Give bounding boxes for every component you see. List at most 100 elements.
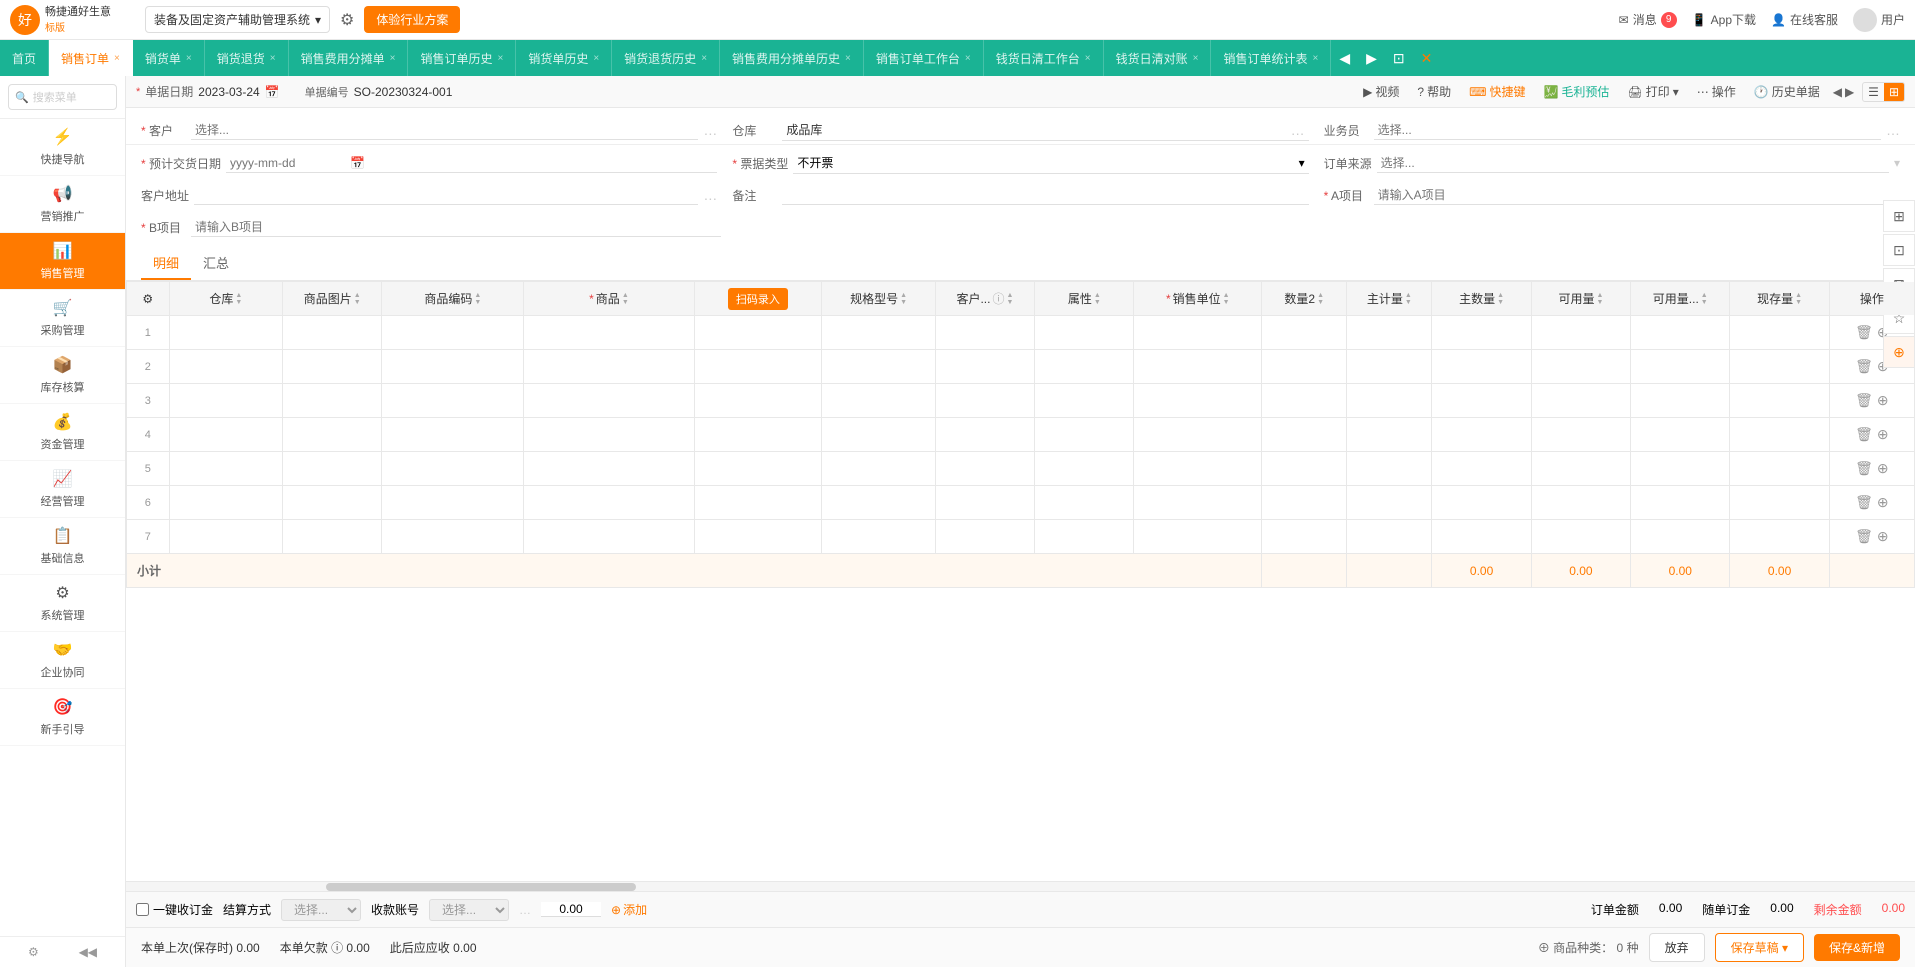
- tab-next-button[interactable]: ▶: [1358, 40, 1385, 76]
- row-delete-btn[interactable]: 🗑: [1855, 324, 1873, 341]
- tab-sales-stats[interactable]: 销售订单统计表 ×: [1211, 40, 1331, 76]
- tab-order-workbench[interactable]: 销售订单工作台 ×: [864, 40, 984, 76]
- col-warehouse[interactable]: 仓库▲▼: [169, 282, 283, 316]
- shortcut-btn[interactable]: ⌨ 快捷键: [1464, 81, 1530, 102]
- row-copy-btn[interactable]: ⊕: [1877, 426, 1889, 443]
- col-customer-no[interactable]: 客户...ⓘ▲▼: [935, 282, 1034, 316]
- col-attr[interactable]: 属性▲▼: [1035, 282, 1134, 316]
- view-toggle[interactable]: ☰ ⊞: [1862, 82, 1905, 102]
- scrollbar-thumb[interactable]: [326, 883, 636, 891]
- settings-icon-btn[interactable]: ⚙: [340, 10, 354, 30]
- scan-entry-btn[interactable]: 扫码录入: [728, 288, 788, 310]
- payment-method-select[interactable]: 选择...: [281, 899, 361, 921]
- calendar-icon[interactable]: 📅: [350, 156, 365, 170]
- tab-close-icon[interactable]: ×: [390, 53, 396, 64]
- list-view-btn[interactable]: ☰: [1863, 83, 1884, 101]
- tab-sales-return[interactable]: 销货退货 ×: [205, 40, 289, 76]
- col-image[interactable]: 商品图片▲▼: [283, 282, 382, 316]
- col-stock[interactable]: 现存量▲▼: [1730, 282, 1829, 316]
- print-btn[interactable]: 🖨 打印 ▾: [1622, 81, 1683, 102]
- row-delete-btn[interactable]: 🗑: [1855, 460, 1873, 477]
- sidebar-item-marketing[interactable]: 📢 营销推广: [0, 176, 125, 233]
- sidebar-search-area[interactable]: 🔍 搜索菜单: [0, 76, 125, 119]
- message-button[interactable]: ✉ 消息 9: [1619, 11, 1677, 28]
- next-record-btn[interactable]: ▶: [1845, 85, 1854, 99]
- col-qty2[interactable]: 数量2▲▼: [1262, 282, 1347, 316]
- tab-close-icon[interactable]: ×: [701, 53, 707, 64]
- calendar-icon[interactable]: 📅: [265, 85, 280, 99]
- history-btn[interactable]: 🕐 历史单据: [1749, 81, 1825, 102]
- tab-close-icon[interactable]: ×: [965, 53, 971, 64]
- tab-detail[interactable]: 明细: [141, 247, 191, 280]
- search-menu-input[interactable]: 🔍 搜索菜单: [8, 84, 117, 110]
- order-source-input[interactable]: [1377, 154, 1889, 173]
- col-scan[interactable]: 扫码录入: [694, 282, 822, 316]
- tab-close-icon[interactable]: ×: [497, 53, 503, 64]
- col-available[interactable]: 可用量▲▼: [1531, 282, 1630, 316]
- tab-sales-fee[interactable]: 销售费用分摊单 ×: [289, 40, 409, 76]
- save-draft-button[interactable]: 保存草稿 ▾: [1715, 933, 1804, 962]
- add-payment-btn[interactable]: ⊕ 添加: [611, 901, 647, 918]
- tab-summary[interactable]: 汇总: [191, 247, 241, 280]
- discard-button[interactable]: 放弃: [1649, 933, 1705, 962]
- app-download-button[interactable]: 📱 App下载: [1692, 11, 1756, 28]
- address-expand-icon[interactable]: …: [703, 187, 717, 203]
- col-settings[interactable]: ⚙: [127, 282, 170, 316]
- grid-view-btn[interactable]: ⊞: [1884, 83, 1904, 101]
- row-copy-btn[interactable]: ⊕: [1877, 528, 1889, 545]
- sidebar-item-sales[interactable]: 📊 销售管理: [0, 233, 125, 290]
- tab-cashflow-workbench[interactable]: 钱货日清工作台 ×: [984, 40, 1104, 76]
- col-unit[interactable]: *销售单位▲▼: [1134, 282, 1262, 316]
- tab-close-all-button[interactable]: ✕: [1413, 40, 1441, 76]
- delivery-date-input[interactable]: 📅: [226, 154, 717, 173]
- address-input[interactable]: [194, 186, 698, 205]
- tab-close-icon[interactable]: ×: [186, 53, 192, 64]
- delivery-date-text[interactable]: [230, 156, 350, 170]
- one-click-deposit[interactable]: 一键收订金: [136, 901, 213, 918]
- sidebar-settings-icon[interactable]: ⚙: [28, 945, 39, 959]
- tab-menu-button[interactable]: ⊡: [1385, 40, 1413, 76]
- sidebar-item-operations[interactable]: 📈 经营管理: [0, 461, 125, 518]
- sidebar-item-guide[interactable]: 🎯 新手引导: [0, 689, 125, 746]
- sidebar-item-inventory[interactable]: 📦 库存核算: [0, 347, 125, 404]
- table-scrollbar[interactable]: [126, 881, 1915, 891]
- tab-sales-goods[interactable]: 销货单 ×: [133, 40, 205, 76]
- online-service-button[interactable]: 👤 在线客服: [1771, 11, 1838, 28]
- tab-prev-button[interactable]: ◀: [1331, 40, 1358, 76]
- tab-close-icon[interactable]: ×: [845, 53, 851, 64]
- staff-expand-icon[interactable]: …: [1886, 122, 1900, 138]
- customer-input[interactable]: [191, 121, 698, 140]
- col-main-unit[interactable]: 主计量▲▼: [1347, 282, 1432, 316]
- tab-goods-history[interactable]: 销货单历史 ×: [516, 40, 612, 76]
- row-copy-btn[interactable]: ⊕: [1877, 494, 1889, 511]
- sidebar-item-system[interactable]: ⚙ 系统管理: [0, 575, 125, 632]
- tab-close-icon[interactable]: ×: [1312, 53, 1318, 64]
- one-click-checkbox[interactable]: [136, 903, 149, 916]
- right-icon-5-orange[interactable]: ⊕: [1883, 336, 1915, 368]
- customer-expand-icon[interactable]: …: [703, 122, 717, 138]
- solution-button[interactable]: 体验行业方案: [364, 6, 460, 33]
- a-project-input[interactable]: [1374, 186, 1900, 205]
- row-delete-btn[interactable]: 🗑: [1855, 528, 1873, 545]
- tab-close-icon[interactable]: ×: [114, 53, 120, 64]
- sidebar-item-finance[interactable]: 💰 资金管理: [0, 404, 125, 461]
- sidebar-item-enterprise[interactable]: 🤝 企业协同: [0, 632, 125, 689]
- warehouse-expand-icon[interactable]: …: [1291, 122, 1305, 138]
- profit-estimate-btn[interactable]: 💹 毛利预估: [1538, 81, 1614, 102]
- prev-record-btn[interactable]: ◀: [1833, 85, 1842, 99]
- row-delete-btn[interactable]: 🗑: [1855, 426, 1873, 443]
- col-code[interactable]: 商品编码▲▼: [382, 282, 524, 316]
- warehouse-selector[interactable]: 成品库 …: [782, 119, 1308, 141]
- row-copy-btn[interactable]: ⊕: [1877, 460, 1889, 477]
- right-icon-1[interactable]: ⊞: [1883, 200, 1915, 232]
- user-menu[interactable]: 用户: [1853, 8, 1905, 32]
- b-project-input[interactable]: [191, 218, 721, 237]
- tab-cashflow-reconcile[interactable]: 钱货日清对账 ×: [1104, 40, 1212, 76]
- view-video-btn[interactable]: ▶ 视频: [1358, 81, 1404, 102]
- tab-close-icon[interactable]: ×: [1193, 53, 1199, 64]
- deposit-amount-input[interactable]: [541, 902, 601, 917]
- row-delete-btn[interactable]: 🗑: [1855, 358, 1873, 375]
- staff-input[interactable]: [1374, 121, 1881, 140]
- col-goods[interactable]: *商品▲▼: [524, 282, 694, 316]
- col-spec[interactable]: 规格型号▲▼: [822, 282, 936, 316]
